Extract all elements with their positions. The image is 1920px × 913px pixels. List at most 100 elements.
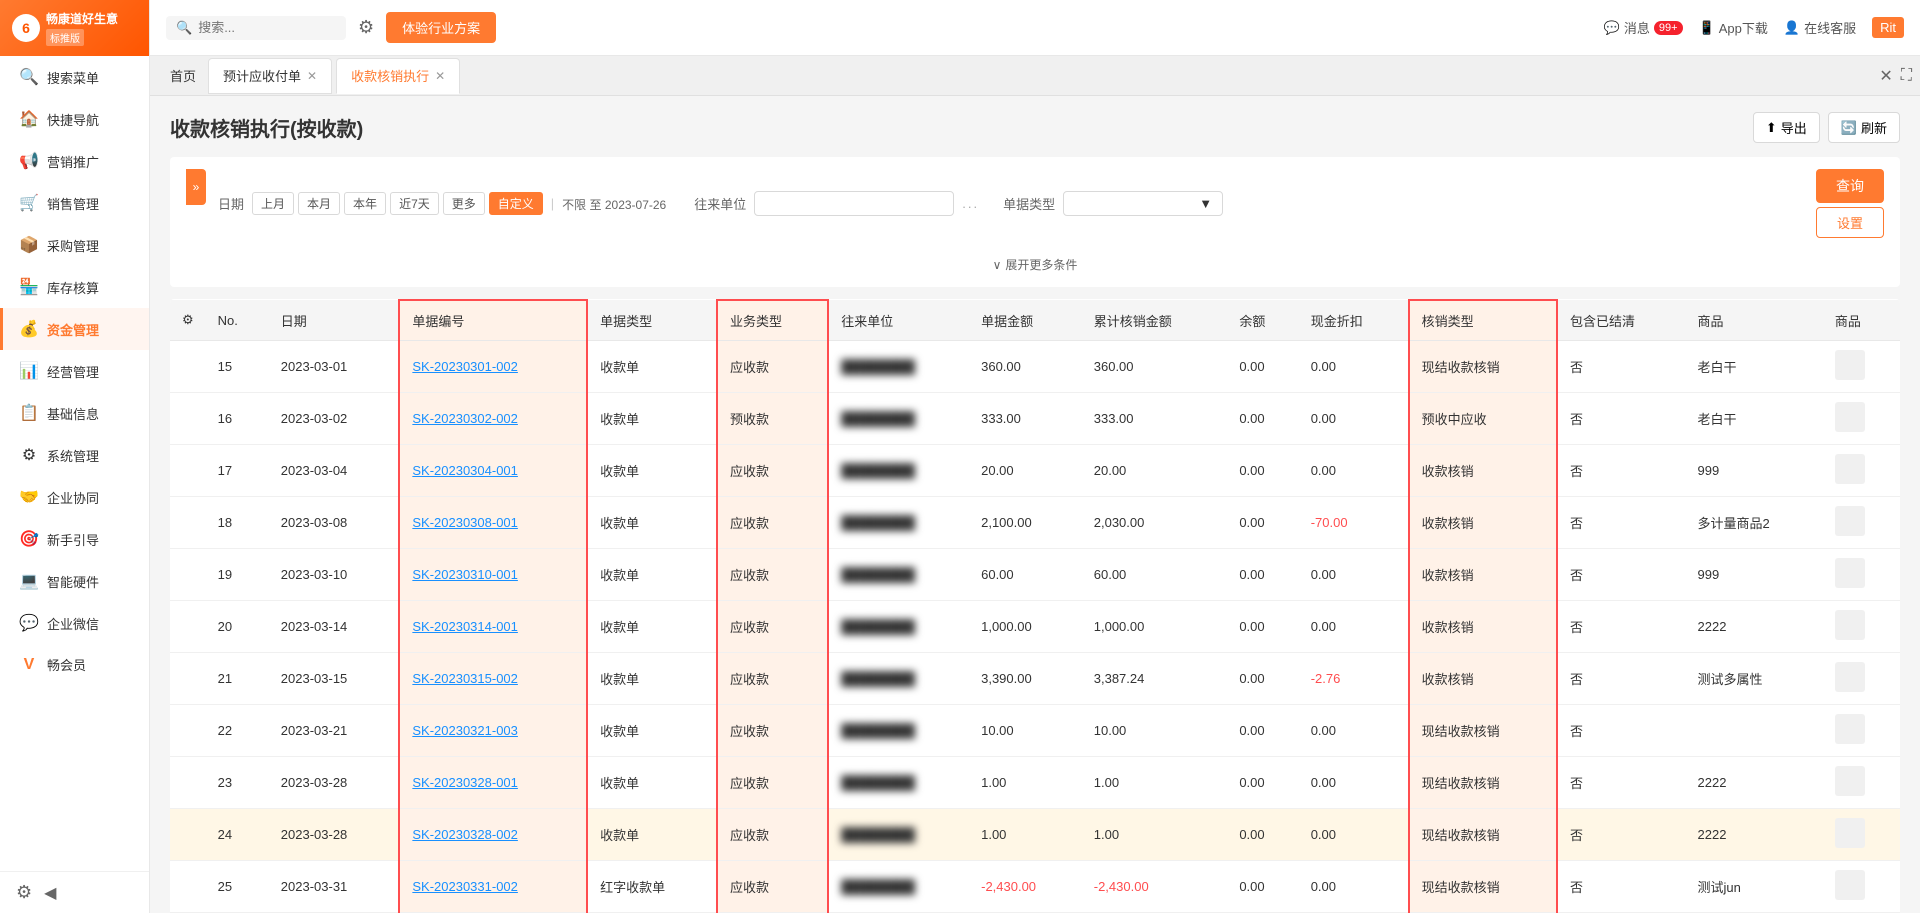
message-btn[interactable]: 💬 消息 99+: [1604, 18, 1683, 37]
tab-pre-receipt[interactable]: 预计应收付单 ✕: [208, 58, 332, 94]
cell-balance: 0.00: [1227, 653, 1298, 705]
filter-toggle-btn[interactable]: »: [186, 169, 206, 205]
message-icon: 💬: [1604, 20, 1620, 36]
cell-voucher-no[interactable]: SK-20230308-001: [399, 497, 587, 549]
page-title: 收款核销执行(按收款): [170, 113, 363, 142]
tab-close-all-btn[interactable]: ✕: [1879, 66, 1892, 86]
sidebar-item-quick-nav[interactable]: 🏠 快捷导航: [0, 98, 149, 140]
sidebar-label-enterprise: 企业协同: [47, 488, 99, 507]
cell-discount: 0.00: [1299, 861, 1409, 913]
sidebar-label-inventory: 库存核算: [47, 278, 99, 297]
cell-verified-amount: 1.00: [1082, 809, 1228, 861]
table-row: 182023-03-08SK-20230308-001收款单应收款███████…: [170, 497, 1900, 549]
cell-customer: ████████: [828, 757, 969, 809]
sidebar-item-search[interactable]: 🔍 搜索菜单: [0, 56, 149, 98]
sidebar-item-marketing[interactable]: 📢 营销推广: [0, 140, 149, 182]
cell-include-settled: 否: [1557, 549, 1685, 601]
tab-receipt-verify-close[interactable]: ✕: [435, 69, 445, 83]
col-product: 商品: [1686, 300, 1823, 341]
cell-voucher-no[interactable]: SK-20230328-002: [399, 809, 587, 861]
date-more-btn[interactable]: 更多: [443, 192, 485, 215]
user-avatar[interactable]: Rit: [1872, 17, 1904, 38]
sidebar-settings-btn[interactable]: ⚙: [16, 882, 32, 903]
cell-amount: 1,000.00: [969, 601, 1082, 653]
sidebar-label-quick-nav: 快捷导航: [47, 110, 99, 129]
cell-voucher-no[interactable]: SK-20230331-002: [399, 861, 587, 913]
topbar-gear-icon[interactable]: ⚙: [358, 17, 374, 38]
cell-product2: [1823, 861, 1900, 913]
sidebar-item-purchase[interactable]: 📦 采购管理: [0, 224, 149, 266]
expand-more-btn[interactable]: ∨ 展开更多条件: [186, 254, 1884, 275]
tab-pre-receipt-close[interactable]: ✕: [307, 69, 317, 83]
cell-product2: [1823, 445, 1900, 497]
cell-voucher-type: 收款单: [587, 653, 717, 705]
export-btn[interactable]: ⬆ 导出: [1753, 112, 1820, 143]
sidebar-item-operation[interactable]: 📊 经营管理: [0, 350, 149, 392]
sidebar-item-hardware[interactable]: 💻 智能硬件: [0, 560, 149, 602]
cell-biz-type: 应收款: [717, 601, 828, 653]
app-download-btn[interactable]: 📱 App下载: [1699, 18, 1768, 37]
cell-amount: 3,390.00: [969, 653, 1082, 705]
tab-receipt-verify[interactable]: 收款核销执行 ✕: [336, 58, 460, 94]
cell-voucher-no[interactable]: SK-20230304-001: [399, 445, 587, 497]
cell-settings: [170, 757, 206, 809]
operation-icon: 📊: [19, 361, 39, 381]
date-custom-btn[interactable]: 自定义: [489, 192, 543, 215]
online-service-btn[interactable]: 👤 在线客服: [1784, 18, 1856, 37]
page-title-bar: 收款核销执行(按收款) ⬆ 导出 🔄 刷新: [170, 112, 1900, 143]
sidebar-item-member[interactable]: V 畅会员: [0, 644, 149, 685]
date-this-year-btn[interactable]: 本年: [344, 192, 386, 215]
cell-verify-type: 现结收款核销: [1409, 809, 1557, 861]
setting-btn[interactable]: 设置: [1816, 207, 1884, 238]
sidebar-item-finance[interactable]: 💰 资金管理: [0, 308, 149, 350]
date-last-month-btn[interactable]: 上月: [252, 192, 294, 215]
cell-settings: [170, 549, 206, 601]
page-content: 收款核销执行(按收款) ⬆ 导出 🔄 刷新 » 日期 上月 本月: [150, 96, 1920, 913]
industry-solution-btn[interactable]: 体验行业方案: [386, 12, 496, 43]
sidebar-item-sales[interactable]: 🛒 销售管理: [0, 182, 149, 224]
col-balance: 余额: [1227, 300, 1298, 341]
voucher-type-label: 单据类型: [1003, 194, 1055, 213]
cell-voucher-no[interactable]: SK-20230314-001: [399, 601, 587, 653]
cell-voucher-type: 收款单: [587, 601, 717, 653]
sidebar-bottom: ⚙ ◀: [0, 871, 149, 913]
cell-voucher-no[interactable]: SK-20230321-003: [399, 705, 587, 757]
query-btn[interactable]: 查询: [1816, 169, 1884, 203]
cell-date: 2023-03-10: [269, 549, 400, 601]
cell-no: 16: [206, 393, 269, 445]
cell-voucher-no[interactable]: SK-20230315-002: [399, 653, 587, 705]
sidebar-item-enterprise[interactable]: 🤝 企业协同: [0, 476, 149, 518]
voucher-type-select[interactable]: ▼: [1063, 191, 1223, 216]
cell-product: 999: [1686, 549, 1823, 601]
col-include-settled: 包含已结清: [1557, 300, 1685, 341]
date-7days-btn[interactable]: 近7天: [390, 192, 439, 215]
enterprise-icon: 🤝: [19, 487, 39, 507]
tab-home[interactable]: 首页: [158, 66, 208, 85]
refresh-btn[interactable]: 🔄 刷新: [1828, 112, 1900, 143]
tab-expand-btn[interactable]: ⛶: [1901, 67, 1912, 85]
customer-input[interactable]: [754, 191, 954, 216]
cell-biz-type: 应收款: [717, 341, 828, 393]
cell-biz-type: 应收款: [717, 861, 828, 913]
cell-verified-amount: 1.00: [1082, 757, 1228, 809]
export-icon: ⬆: [1766, 120, 1777, 136]
sidebar-item-weixin[interactable]: 💬 企业微信: [0, 602, 149, 644]
home-icon: 🏠: [19, 109, 39, 129]
cell-voucher-no[interactable]: SK-20230310-001: [399, 549, 587, 601]
cell-voucher-no[interactable]: SK-20230302-002: [399, 393, 587, 445]
date-this-month-btn[interactable]: 本月: [298, 192, 340, 215]
sidebar-item-inventory[interactable]: 🏪 库存核算: [0, 266, 149, 308]
sidebar-item-base[interactable]: 📋 基础信息: [0, 392, 149, 434]
sidebar-collapse-btn[interactable]: ◀: [44, 883, 56, 903]
cell-discount: -70.00: [1299, 497, 1409, 549]
col-settings[interactable]: ⚙: [170, 300, 206, 341]
sidebar-item-guide[interactable]: 🎯 新手引导: [0, 518, 149, 560]
topbar-search-input[interactable]: [198, 20, 336, 35]
col-date: 日期: [269, 300, 400, 341]
sidebar-item-system[interactable]: ⚙ 系统管理: [0, 434, 149, 476]
cell-verified-amount: 2,030.00: [1082, 497, 1228, 549]
cell-voucher-no[interactable]: SK-20230301-002: [399, 341, 587, 393]
cell-voucher-no[interactable]: SK-20230328-001: [399, 757, 587, 809]
table-row: 192023-03-10SK-20230310-001收款单应收款███████…: [170, 549, 1900, 601]
sidebar-label-marketing: 营销推广: [47, 152, 99, 171]
